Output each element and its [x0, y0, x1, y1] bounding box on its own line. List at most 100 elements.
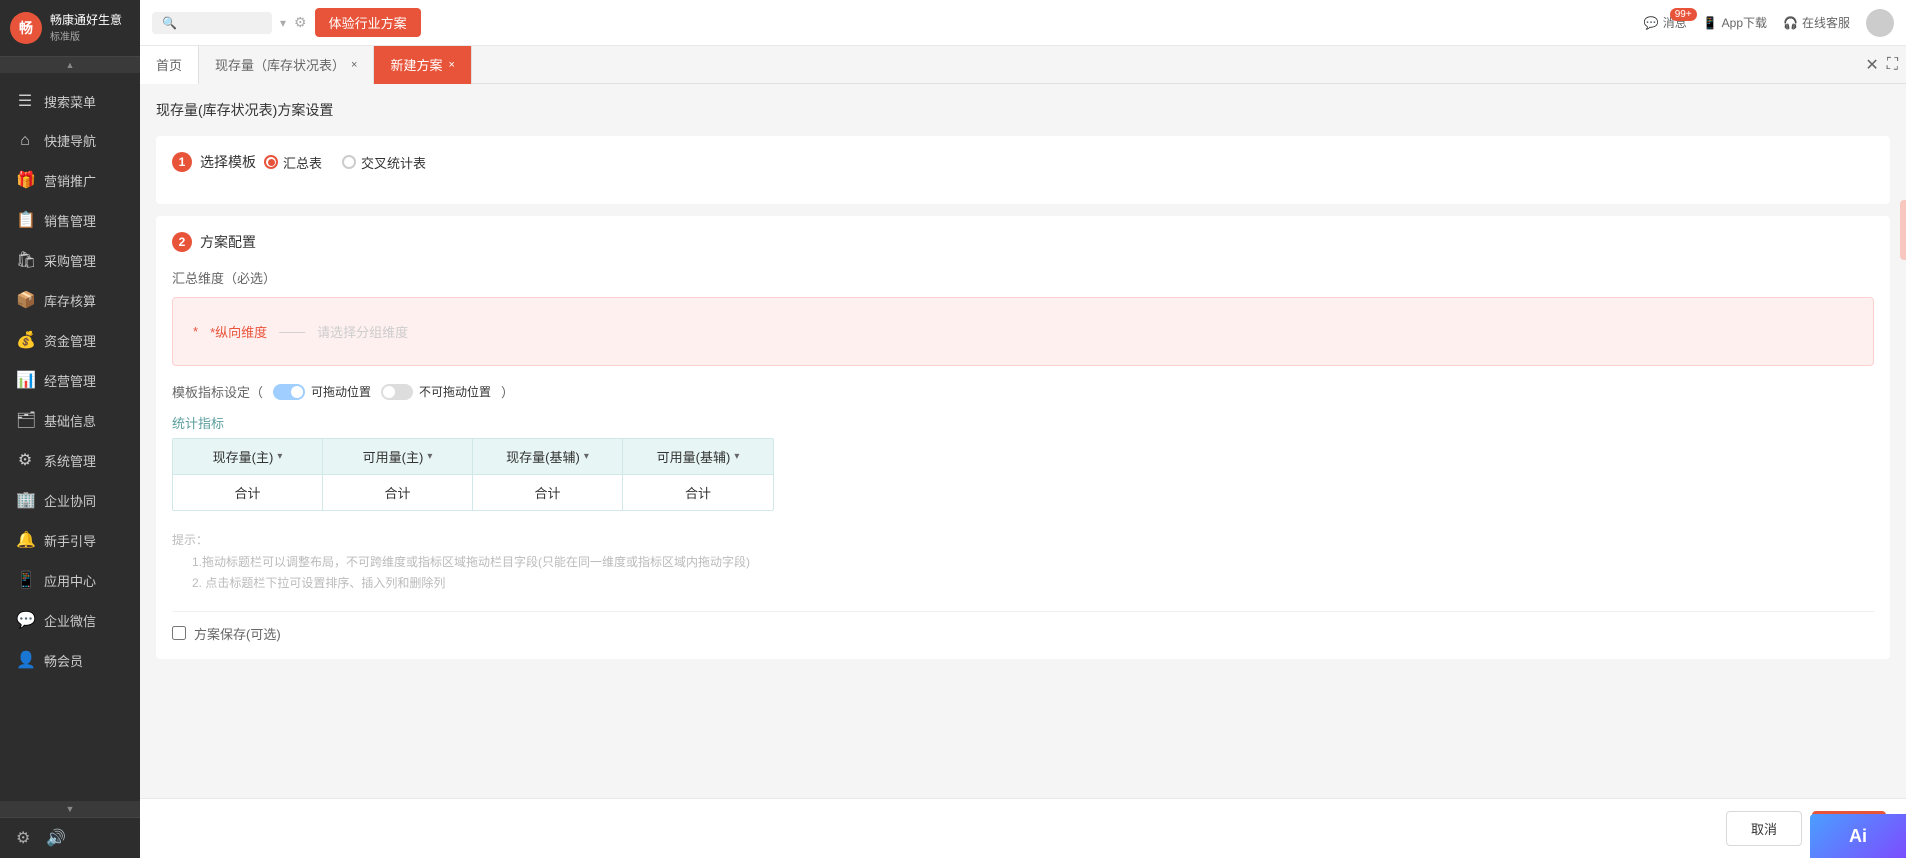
radio-cross-circle: [342, 155, 356, 169]
user-icon: 👤: [16, 650, 34, 670]
col-main-qty-label: 现存量(主): [213, 447, 274, 466]
chat-icon: 💬: [16, 610, 34, 630]
toggle-draggable-pill[interactable]: [273, 384, 305, 400]
box-icon: 📦: [16, 290, 34, 310]
chart-icon: 📊: [16, 370, 34, 390]
toggle-not-draggable-label: 不可拖动位置: [419, 383, 491, 400]
user-avatar: [1866, 9, 1894, 37]
tab-home[interactable]: 首页: [140, 46, 199, 84]
app-name-block: 畅康通好生意 标准版: [50, 13, 122, 44]
phone-download-icon: 📱: [1703, 16, 1718, 30]
stats-table-data-row: 合计 合计 合计 合计: [173, 474, 773, 510]
toggle-not-draggable[interactable]: 不可拖动位置: [381, 383, 491, 400]
expand-tab-button[interactable]: ⛶: [1887, 56, 1898, 74]
dimension-label: *纵向维度: [210, 322, 267, 341]
save-checkbox[interactable]: [172, 626, 186, 640]
sidebar-scroll-down[interactable]: ▼: [0, 801, 140, 817]
sidebar-label-wechat: 企业微信: [44, 611, 96, 630]
sidebar-item-wechat[interactable]: 💬 企业微信: [0, 600, 140, 640]
tab-home-label: 首页: [156, 55, 182, 74]
toggle-not-draggable-knob: [383, 386, 395, 398]
sidebar-item-purchase[interactable]: 🛍 采购管理: [0, 240, 140, 280]
sidebar-item-sales[interactable]: 📋 销售管理: [0, 200, 140, 240]
sidebar-item-member[interactable]: 👤 畅会员: [0, 640, 140, 680]
ai-button[interactable]: Ai: [1810, 814, 1906, 858]
col-base-qty[interactable]: 现存量(基辅) ▾: [473, 439, 623, 474]
online-service-button[interactable]: 🎧 在线客服: [1783, 14, 1850, 31]
sidebar-item-system[interactable]: ⚙ 系统管理: [0, 440, 140, 480]
col-main-qty-chevron[interactable]: ▾: [277, 451, 282, 462]
sidebar-item-inventory[interactable]: 📦 库存核算: [0, 280, 140, 320]
col-available-base-chevron[interactable]: ▾: [734, 451, 739, 462]
topbar-search-box[interactable]: 🔍: [152, 12, 272, 34]
toggle-draggable[interactable]: 可拖动位置: [273, 383, 371, 400]
sidebar-item-app-center[interactable]: 📱 应用中心: [0, 560, 140, 600]
topbar-left: 🔍 ▾ ⚙ 体验行业方案: [152, 8, 1636, 37]
stats-table-header: 现存量(主) ▾ 可用量(主) ▾ 现存量(基辅) ▾ 可用量(基辅): [173, 439, 773, 474]
hint-item-1: 1.拖动标题栏可以调整布局，不可跨维度或指标区域拖动栏目字段(只能在同一维度或指…: [192, 552, 1874, 574]
settings-footer-icon[interactable]: ⚙: [16, 828, 30, 848]
toggle-not-draggable-pill[interactable]: [381, 384, 413, 400]
bag-icon: 🛍: [16, 250, 34, 270]
close-tab-button[interactable]: ✕: [1865, 55, 1878, 75]
hint-item-2: 2. 点击标题栏下拉可设置排序、插入列和删除列: [192, 573, 1874, 595]
tab-inventory-status[interactable]: 现存量（库存状况表） ×: [199, 46, 374, 84]
sidebar-item-search[interactable]: ☰ 搜索菜单: [0, 81, 140, 121]
col-available-main-chevron[interactable]: ▾: [427, 451, 432, 462]
stats-label: 统计指标: [172, 413, 1874, 432]
cell-available-base-total: 合计: [623, 475, 773, 510]
search-menu-icon: ☰: [16, 91, 34, 111]
clipboard-icon: 📋: [16, 210, 34, 230]
col-base-qty-label: 现存量(基辅): [506, 447, 580, 466]
summary-dim-label: 汇总维度（必选）: [172, 268, 1874, 287]
sidebar-item-operations[interactable]: 📊 经营管理: [0, 360, 140, 400]
sidebar-item-quick-nav[interactable]: ⌂ 快捷导航: [0, 121, 140, 160]
col-base-qty-chevron[interactable]: ▾: [584, 451, 589, 462]
cancel-button[interactable]: 取消: [1726, 811, 1802, 846]
tab-inventory-close-icon[interactable]: ×: [351, 59, 357, 71]
main-content: 🔍 ▾ ⚙ 体验行业方案 💬 消息 99+ 📱 App下载 🎧 在线客服: [140, 0, 1906, 858]
sidebar-item-finance[interactable]: 💰 资金管理: [0, 320, 140, 360]
step1-badge: 1: [172, 152, 192, 172]
col-available-main[interactable]: 可用量(主) ▾: [323, 439, 473, 474]
sidebar: 畅 畅康通好生意 标准版 ▲ ☰ 搜索菜单 ⌂ 快捷导航 🎁 营销推广 📋 销售…: [0, 0, 140, 858]
topbar: 🔍 ▾ ⚙ 体验行业方案 💬 消息 99+ 📱 App下载 🎧 在线客服: [140, 0, 1906, 46]
col-available-base-label: 可用量(基辅): [657, 447, 731, 466]
sidebar-item-enterprise[interactable]: 🏢 企业协同: [0, 480, 140, 520]
bottom-action-bar: 取消 查询: [140, 798, 1906, 858]
col-main-qty[interactable]: 现存量(主) ▾: [173, 439, 323, 474]
step1-section: 1 选择模板 汇总表 交叉统计表: [156, 136, 1890, 204]
sidebar-item-marketing[interactable]: 🎁 营销推广: [0, 160, 140, 200]
sidebar-label-purchase: 采购管理: [44, 251, 96, 270]
topbar-settings-icon[interactable]: ⚙: [294, 14, 307, 31]
topbar-chevron-icon[interactable]: ▾: [280, 16, 286, 30]
sidebar-label-sales: 销售管理: [44, 211, 96, 230]
industry-plan-button[interactable]: 体验行业方案: [315, 8, 421, 37]
home-icon: ⌂: [16, 132, 34, 150]
app-download-button[interactable]: 📱 App下载: [1703, 14, 1767, 31]
stats-section: 统计指标 现存量(主) ▾ 可用量(主) ▾ 现存量(基辅): [172, 413, 1874, 514]
sidebar-label-enterprise: 企业协同: [44, 491, 96, 510]
sidebar-footer: ⚙ 🔊: [0, 817, 140, 858]
page-title: 现存量(库存状况表)方案设置: [156, 100, 1890, 120]
sidebar-label-newbie: 新手引导: [44, 531, 96, 550]
indicator-label-close: ）: [501, 382, 514, 401]
headset-icon: 🎧: [1783, 16, 1798, 30]
col-available-base[interactable]: 可用量(基辅) ▾: [623, 439, 773, 474]
radio-summary-label: 汇总表: [283, 153, 322, 172]
speaker-icon[interactable]: 🔊: [46, 828, 66, 848]
sidebar-scroll-up[interactable]: ▲: [0, 57, 140, 73]
sidebar-item-newbie[interactable]: 🔔 新手引导: [0, 520, 140, 560]
dimension-area[interactable]: * *纵向维度 —— 请选择分组维度: [172, 297, 1874, 366]
ai-button-label: Ai: [1849, 826, 1867, 847]
step2-badge: 2: [172, 232, 192, 252]
tab-new-plan-close-icon[interactable]: ×: [448, 59, 454, 71]
radio-cross[interactable]: 交叉统计表: [342, 153, 426, 172]
sidebar-item-basic-info[interactable]: 🗂 基础信息: [0, 400, 140, 440]
tab-new-plan[interactable]: 新建方案 ×: [374, 46, 471, 84]
message-badge: 99+: [1670, 8, 1697, 21]
message-button[interactable]: 💬 消息 99+: [1644, 14, 1687, 31]
radio-summary-dot: [268, 159, 275, 166]
radio-summary[interactable]: 汇总表: [264, 153, 322, 172]
app-name: 畅康通好生意: [50, 13, 122, 29]
